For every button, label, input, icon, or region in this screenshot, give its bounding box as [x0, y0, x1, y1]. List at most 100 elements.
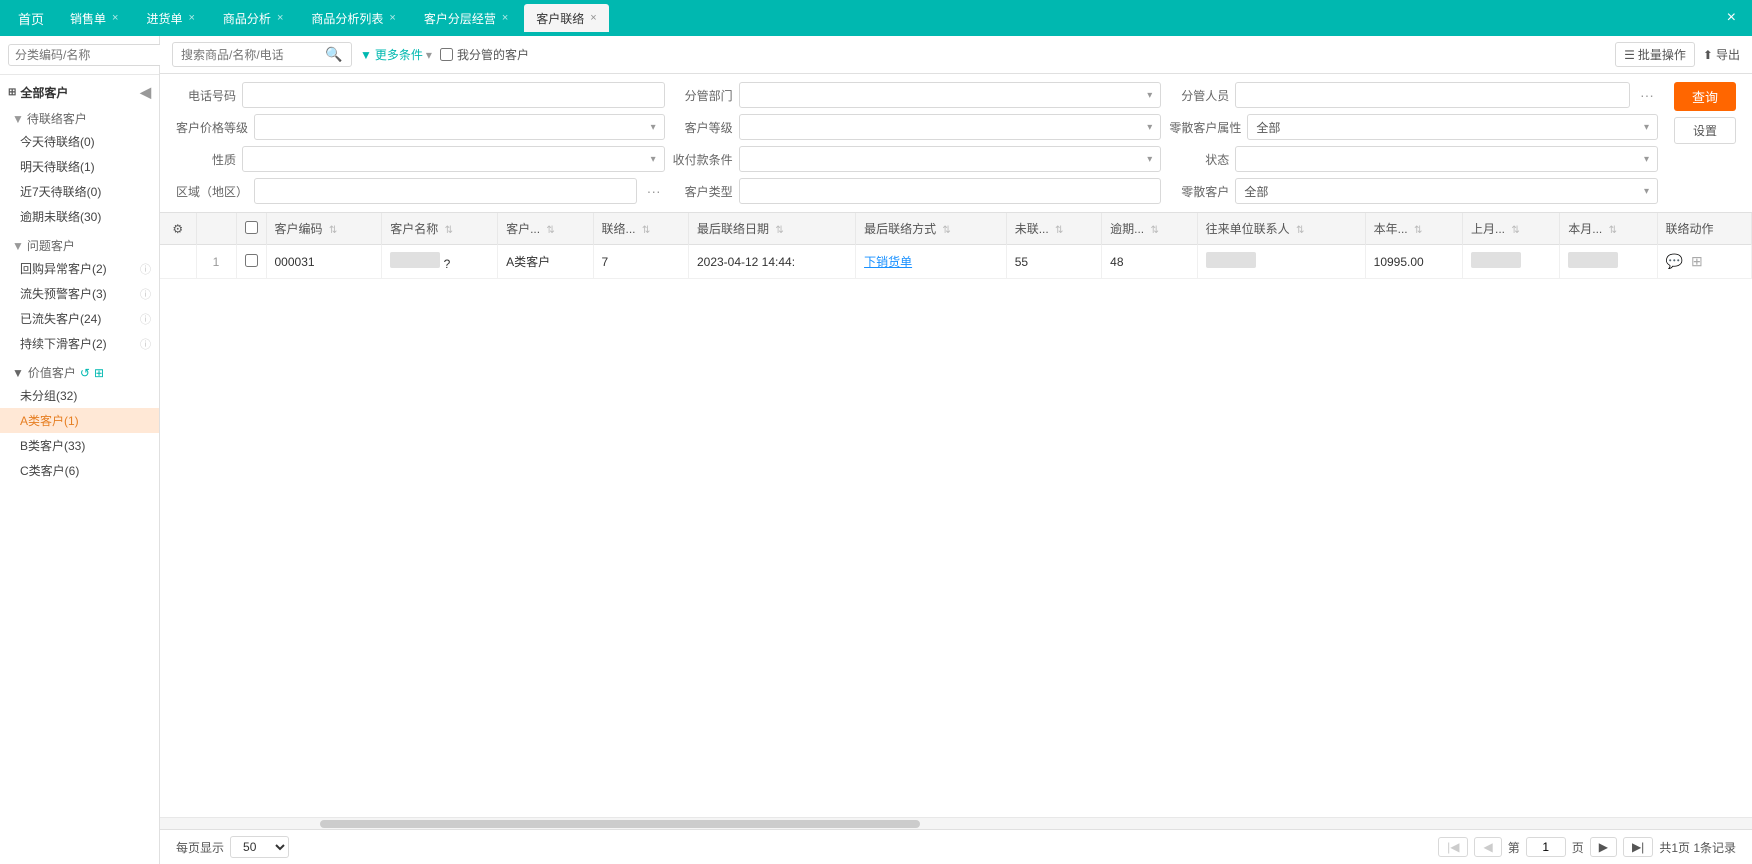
- col-no-contact: 未联... ⇅: [1006, 213, 1101, 245]
- retail-customer-select[interactable]: 全部 ▾: [1235, 178, 1658, 204]
- info-icon-2: ⓘ: [140, 286, 151, 302]
- next-page-button[interactable]: ▶: [1590, 837, 1617, 857]
- today-label: 今天待联络(0): [20, 133, 95, 150]
- sidebar-item-7days[interactable]: 近7天待联络(0): [0, 179, 159, 204]
- payment-select[interactable]: ▾: [739, 146, 1162, 172]
- page-size-select[interactable]: 50 20 100: [230, 836, 289, 858]
- status-select[interactable]: ▾: [1235, 146, 1658, 172]
- col-this-month-sort[interactable]: ⇅: [1609, 225, 1617, 236]
- first-page-button[interactable]: |◀: [1438, 837, 1468, 857]
- my-customers-checkbox[interactable]: [440, 48, 453, 61]
- nav-tab-sales[interactable]: 销售单 ×: [58, 4, 130, 32]
- col-no-contact-sort[interactable]: ⇅: [1055, 225, 1063, 236]
- problem-customers-header[interactable]: ▼ 问题客户: [0, 233, 159, 256]
- sidebar-item-churned[interactable]: 已流失客户(24) ⓘ: [0, 306, 159, 331]
- sidebar-search-input[interactable]: [8, 44, 177, 66]
- settings-icon[interactable]: ⊞: [94, 366, 104, 380]
- nav-tab-goods-analysis-close[interactable]: ×: [277, 12, 283, 24]
- col-last-date-sort[interactable]: ⇅: [775, 225, 783, 236]
- sidebar-item-unclassified[interactable]: 未分组(32): [0, 383, 159, 408]
- col-type-sort[interactable]: ⇅: [546, 225, 554, 236]
- row-last-month-masked: [1471, 252, 1521, 268]
- overdue-label: 逾期未联络(30): [20, 208, 101, 225]
- top-nav: 首页 销售单 × 进货单 × 商品分析 × 商品分析列表 × 客户分层经营 × …: [0, 0, 1752, 36]
- row-last-method-link[interactable]: 下销货单: [864, 255, 912, 269]
- more-filter-button[interactable]: ▼ 更多条件 ▾: [360, 46, 432, 63]
- toolbar-search-icon[interactable]: 🔍: [325, 46, 342, 63]
- sidebar-item-churn-warning[interactable]: 流失预警客户(3) ⓘ: [0, 281, 159, 306]
- nav-tab-goods-analysis[interactable]: 商品分析 ×: [211, 4, 295, 32]
- chat-icon[interactable]: 💬: [1666, 253, 1683, 270]
- person-input[interactable]: [1235, 82, 1630, 108]
- col-settings[interactable]: ⚙: [160, 213, 196, 245]
- export-label: 导出: [1716, 46, 1740, 63]
- nav-tab-purchase-close[interactable]: ×: [188, 12, 194, 24]
- page-prefix: 第: [1508, 839, 1520, 856]
- status-arrow: ▾: [1644, 154, 1649, 165]
- region-more-icon[interactable]: ···: [643, 183, 665, 199]
- filter-price-grade: 客户价格等级 ▾: [176, 114, 665, 140]
- collapse-icon[interactable]: ◀: [140, 84, 151, 101]
- col-checkbox-header[interactable]: [236, 213, 266, 245]
- batch-ops-button[interactable]: ☰ 批量操作: [1615, 42, 1695, 67]
- window-close-button[interactable]: ×: [1719, 9, 1744, 27]
- nature-select[interactable]: ▾: [242, 146, 665, 172]
- prev-page-button[interactable]: ◀: [1474, 837, 1501, 857]
- my-customers-checkbox-label[interactable]: 我分管的客户: [440, 46, 529, 63]
- select-all-checkbox[interactable]: [245, 221, 258, 234]
- sidebar-item-tomorrow[interactable]: 明天待联络(1): [0, 154, 159, 179]
- col-last-month-sort[interactable]: ⇅: [1511, 225, 1519, 236]
- col-last-method-sort[interactable]: ⇅: [942, 225, 950, 236]
- nav-tab-sales-close[interactable]: ×: [112, 12, 118, 24]
- export-button[interactable]: ⬆ 导出: [1703, 46, 1740, 63]
- nav-tab-customer-tier[interactable]: 客户分层经营 ×: [412, 4, 520, 32]
- query-button[interactable]: 查询: [1674, 82, 1736, 111]
- sidebar-all-customers[interactable]: ⊞ 全部客户 ◀: [0, 79, 159, 106]
- toolbar: 🔍 ▼ 更多条件 ▾ 我分管的客户 ☰ 批量操作 ⬆ 导出: [160, 36, 1752, 74]
- sidebar-item-today[interactable]: 今天待联络(0): [0, 129, 159, 154]
- col-code-sort[interactable]: ⇅: [329, 225, 337, 236]
- dept-select[interactable]: ▾: [739, 82, 1162, 108]
- row-checkbox[interactable]: [245, 254, 258, 267]
- nav-tab-purchase[interactable]: 进货单 ×: [134, 4, 206, 32]
- col-name-sort[interactable]: ⇅: [445, 225, 453, 236]
- person-more-icon[interactable]: ···: [1636, 87, 1658, 103]
- col-overdue-sort[interactable]: ⇅: [1151, 225, 1159, 236]
- price-grade-select[interactable]: ▾: [254, 114, 665, 140]
- grid-icon: ⊞: [8, 87, 16, 98]
- table-settings-icon[interactable]: ⚙: [172, 222, 183, 236]
- row-name-masked: [390, 252, 440, 268]
- nav-tab-goods-list[interactable]: 商品分析列表 ×: [299, 4, 407, 32]
- refresh-icon[interactable]: ↺: [80, 366, 90, 380]
- nav-tab-customer-contact[interactable]: 客户联络 ×: [524, 4, 608, 32]
- page-input[interactable]: [1526, 837, 1566, 857]
- col-index: [196, 213, 236, 245]
- col-contact-count-sort[interactable]: ⇅: [642, 225, 650, 236]
- filter-settings-button[interactable]: 设置: [1674, 117, 1736, 144]
- sidebar-item-class-b[interactable]: B类客户(33): [0, 433, 159, 458]
- repurchase-label: 回购异常客户(2): [20, 260, 107, 277]
- sidebar-item-class-a[interactable]: A类客户(1): [0, 408, 159, 433]
- qr-icon[interactable]: ⊞: [1691, 253, 1703, 270]
- nav-tab-goods-list-close[interactable]: ×: [389, 12, 395, 24]
- sidebar-item-overdue[interactable]: 逾期未联络(30): [0, 204, 159, 229]
- pending-contact-header[interactable]: ▼ 待联络客户: [0, 106, 159, 129]
- sidebar-item-declining[interactable]: 持续下滑客户(2) ⓘ: [0, 331, 159, 356]
- customer-type-select[interactable]: [739, 178, 1162, 204]
- sidebar-item-repurchase-abnormal[interactable]: 回购异常客户(2) ⓘ: [0, 256, 159, 281]
- scrollbar-thumb[interactable]: [320, 820, 920, 828]
- col-unit-contact-sort[interactable]: ⇅: [1296, 225, 1304, 236]
- last-page-button[interactable]: ▶|: [1623, 837, 1653, 857]
- sidebar-item-class-c[interactable]: C类客户(6): [0, 458, 159, 483]
- toolbar-search-input[interactable]: [181, 48, 321, 62]
- region-input[interactable]: [254, 178, 637, 204]
- retail-attr-select[interactable]: 全部 ▾: [1247, 114, 1658, 140]
- col-this-year-sort[interactable]: ⇅: [1414, 225, 1422, 236]
- horizontal-scrollbar[interactable]: [160, 817, 1752, 829]
- nav-tab-customer-contact-close[interactable]: ×: [590, 12, 596, 24]
- customer-grade-select[interactable]: ▾: [739, 114, 1162, 140]
- nav-tab-customer-tier-close[interactable]: ×: [502, 12, 508, 24]
- nav-home[interactable]: 首页: [8, 9, 54, 28]
- page-size-section: 每页显示 50 20 100: [176, 836, 289, 858]
- phone-input[interactable]: [242, 82, 665, 108]
